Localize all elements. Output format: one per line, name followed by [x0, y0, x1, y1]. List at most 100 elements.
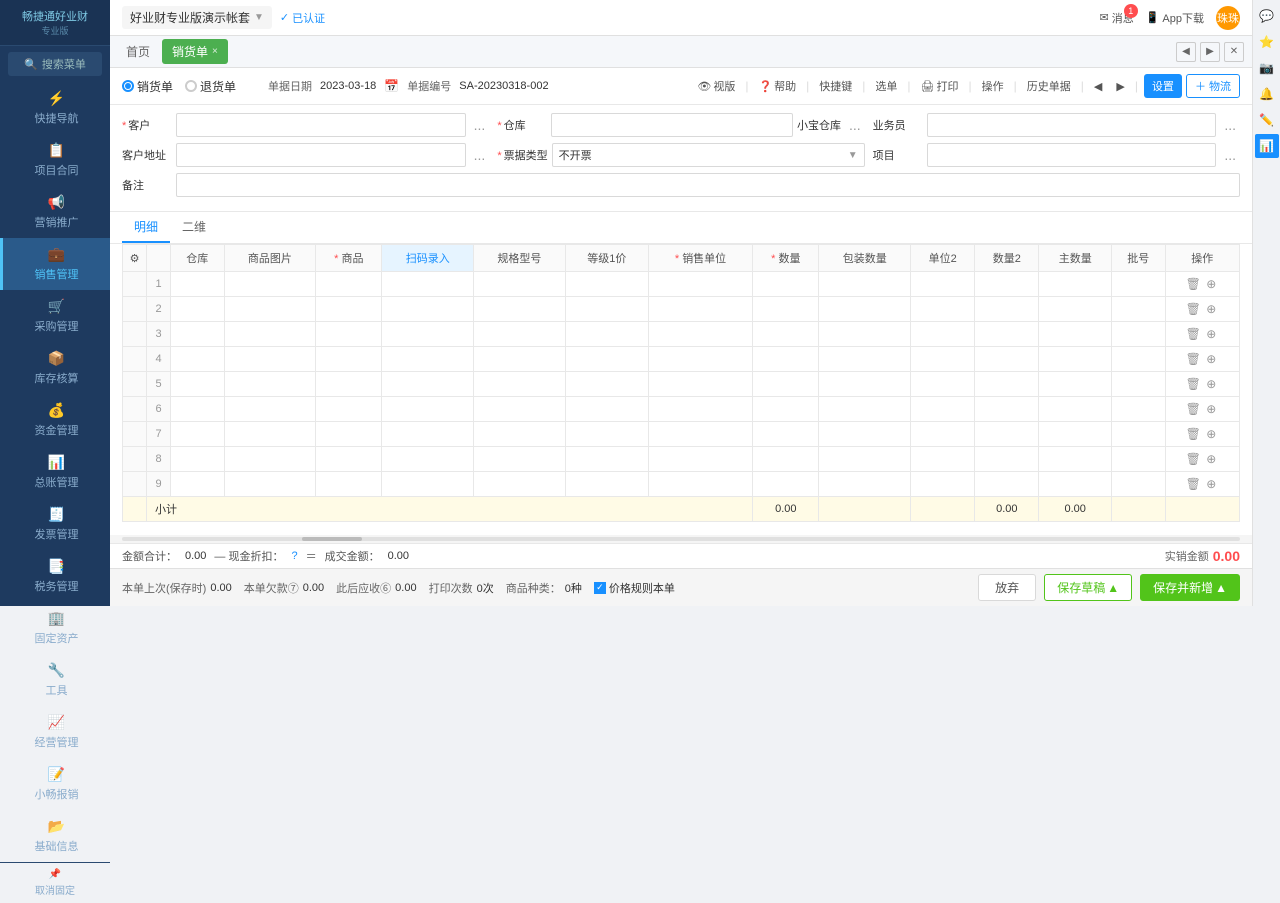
address-dots[interactable]: ... [470, 147, 490, 163]
row-quantity[interactable] [753, 272, 819, 297]
copy-row-icon[interactable]: ⊕ [1203, 451, 1219, 467]
th-settings[interactable]: ⚙ [123, 245, 147, 272]
copy-row-icon[interactable]: ⊕ [1203, 376, 1219, 392]
delete-row-icon[interactable]: 🗑 [1185, 476, 1201, 492]
project-dots[interactable]: ... [1220, 147, 1240, 163]
sidebar-item-tools[interactable]: 🔧 工具 [0, 654, 110, 706]
nav-next[interactable]: ▶ [1112, 78, 1128, 95]
delete-row-icon[interactable]: 🗑 [1185, 401, 1201, 417]
sidebar-item-inventory[interactable]: 📦 库存核算 [0, 342, 110, 394]
nav-prev[interactable]: ◀ [1090, 78, 1106, 95]
tab-home[interactable]: 首页 [118, 39, 158, 64]
sidebar-item-nav[interactable]: ⚡ 快捷导航 [0, 82, 110, 134]
row-main-qty[interactable] [1039, 272, 1112, 297]
print-button[interactable]: 🖨 打印 [917, 76, 963, 96]
operate-button[interactable]: 操作 [978, 76, 1008, 96]
messages-button[interactable]: ✉ 消息 1 [1100, 10, 1134, 26]
sidebar-item-accounting[interactable]: 📊 总账管理 [0, 446, 110, 498]
customer-input[interactable] [176, 113, 466, 137]
remark-input[interactable] [176, 173, 1240, 197]
help-icon[interactable]: ? [291, 550, 297, 562]
right-panel-chat[interactable]: 💬 [1255, 4, 1279, 28]
search-menu-button[interactable]: 🔍 搜索菜单 [8, 52, 102, 76]
right-panel-chart[interactable]: 📊 [1255, 134, 1279, 158]
sidebar-item-project[interactable]: 📋 项目合同 [0, 134, 110, 186]
project-input[interactable] [927, 143, 1217, 167]
delete-row-icon[interactable]: 🗑 [1185, 326, 1201, 342]
abandon-button[interactable]: 放弃 [978, 574, 1036, 601]
warehouse-dots[interactable]: ... [845, 117, 865, 133]
sidebar-item-operation[interactable]: 📈 经营管理 [0, 706, 110, 758]
copy-row-icon[interactable]: ⊕ [1203, 326, 1219, 342]
row-grade-price[interactable] [565, 272, 648, 297]
invoice-select[interactable]: 不开票 ▼ [552, 143, 865, 167]
row-batch[interactable] [1112, 272, 1166, 297]
price-rule-checkbox-label[interactable]: ✓ 价格规则本单 [594, 580, 675, 596]
tab-2d[interactable]: 二维 [170, 212, 218, 243]
sidebar-item-report[interactable]: 📝 小畅报销 [0, 758, 110, 810]
copy-row-icon[interactable]: ⊕ [1203, 276, 1219, 292]
row-warehouse[interactable] [171, 272, 225, 297]
delete-row-icon[interactable]: 🗑 [1185, 351, 1201, 367]
row-barcode[interactable] [382, 272, 474, 297]
sidebar-unpin-button[interactable]: 📌 取消固定 [0, 863, 110, 903]
tab-close-icon[interactable]: × [212, 46, 218, 57]
right-panel-star[interactable]: ⭐ [1255, 30, 1279, 54]
copy-row-icon[interactable]: ⊕ [1203, 301, 1219, 317]
sidebar-item-sales[interactable]: 💼 销售管理 [0, 238, 110, 290]
copy-row-icon[interactable]: ⊕ [1203, 426, 1219, 442]
shortcut-button[interactable]: 快捷键 [815, 76, 856, 96]
sidebar-item-basic[interactable]: 📂 基础信息 [0, 810, 110, 862]
tab-prev-button[interactable]: ◀ [1176, 42, 1196, 62]
calendar-icon[interactable]: 📅 [384, 79, 399, 93]
history-button[interactable]: 历史单据 [1023, 76, 1075, 96]
set-button[interactable]: 设置 [1144, 74, 1182, 98]
scrollbar-thumb[interactable] [302, 537, 362, 541]
tab-close-all-button[interactable]: ✕ [1224, 42, 1244, 62]
app-download-button[interactable]: 📱 App下载 [1146, 10, 1204, 26]
delete-row-icon[interactable]: 🗑 [1185, 276, 1201, 292]
sale-order-radio[interactable]: 销货单 [122, 78, 173, 95]
copy-row-icon[interactable]: ⊕ [1203, 401, 1219, 417]
tab-sales-order[interactable]: 销货单 × [162, 39, 228, 64]
sidebar-item-capital[interactable]: 💰 资金管理 [0, 394, 110, 446]
row-product[interactable] [316, 272, 382, 297]
company-selector[interactable]: 好业财专业版演示帐套 ▼ [122, 6, 272, 29]
address-input[interactable] [176, 143, 466, 167]
view-button[interactable]: 👁 视版 [693, 76, 739, 96]
copy-row-icon[interactable]: ⊕ [1203, 351, 1219, 367]
sidebar-item-assets[interactable]: 🏢 固定资产 [0, 602, 110, 654]
add-logistics-button[interactable]: ＋ 物流 [1186, 74, 1240, 98]
delete-row-icon[interactable]: 🗑 [1185, 376, 1201, 392]
tab-next-button[interactable]: ▶ [1200, 42, 1220, 62]
sidebar-item-invoice[interactable]: 🧾 发票管理 [0, 498, 110, 550]
return-order-radio[interactable]: 退货单 [185, 78, 236, 95]
sidebar-item-purchase[interactable]: 🛒 采购管理 [0, 290, 110, 342]
help-button[interactable]: ❓ 帮助 [754, 76, 800, 96]
right-panel-bell[interactable]: 🔔 [1255, 82, 1279, 106]
select-button[interactable]: 选单 [871, 76, 901, 96]
user-menu[interactable]: 珠珠 [1216, 6, 1240, 30]
sep5: | [969, 79, 972, 93]
sidebar-item-marketing[interactable]: 📢 营销推广 [0, 186, 110, 238]
delete-row-icon[interactable]: 🗑 [1185, 426, 1201, 442]
row-spec[interactable] [474, 272, 566, 297]
horizontal-scrollbar[interactable] [110, 535, 1252, 543]
row-pkg-qty[interactable] [819, 272, 911, 297]
sidebar-item-tax[interactable]: 📑 税务管理 [0, 550, 110, 602]
delete-row-icon[interactable]: 🗑 [1185, 301, 1201, 317]
staff-dots[interactable]: ... [1220, 117, 1240, 133]
row-sale-unit[interactable] [648, 272, 752, 297]
th-barcode[interactable]: 扫码录入 [382, 245, 474, 272]
tab-detail[interactable]: 明细 [122, 212, 170, 243]
right-panel-camera[interactable]: 📷 [1255, 56, 1279, 80]
row-qty2[interactable] [975, 272, 1039, 297]
save-new-button[interactable]: 保存并新增 ▲ [1140, 574, 1240, 601]
save-draft-button[interactable]: 保存草稿 ▲ [1044, 574, 1132, 601]
staff-input[interactable] [927, 113, 1217, 137]
warehouse-input[interactable] [551, 113, 793, 137]
customer-dots[interactable]: ... [470, 117, 490, 133]
delete-row-icon[interactable]: 🗑 [1185, 451, 1201, 467]
right-panel-edit[interactable]: ✏️ [1255, 108, 1279, 132]
copy-row-icon[interactable]: ⊕ [1203, 476, 1219, 492]
